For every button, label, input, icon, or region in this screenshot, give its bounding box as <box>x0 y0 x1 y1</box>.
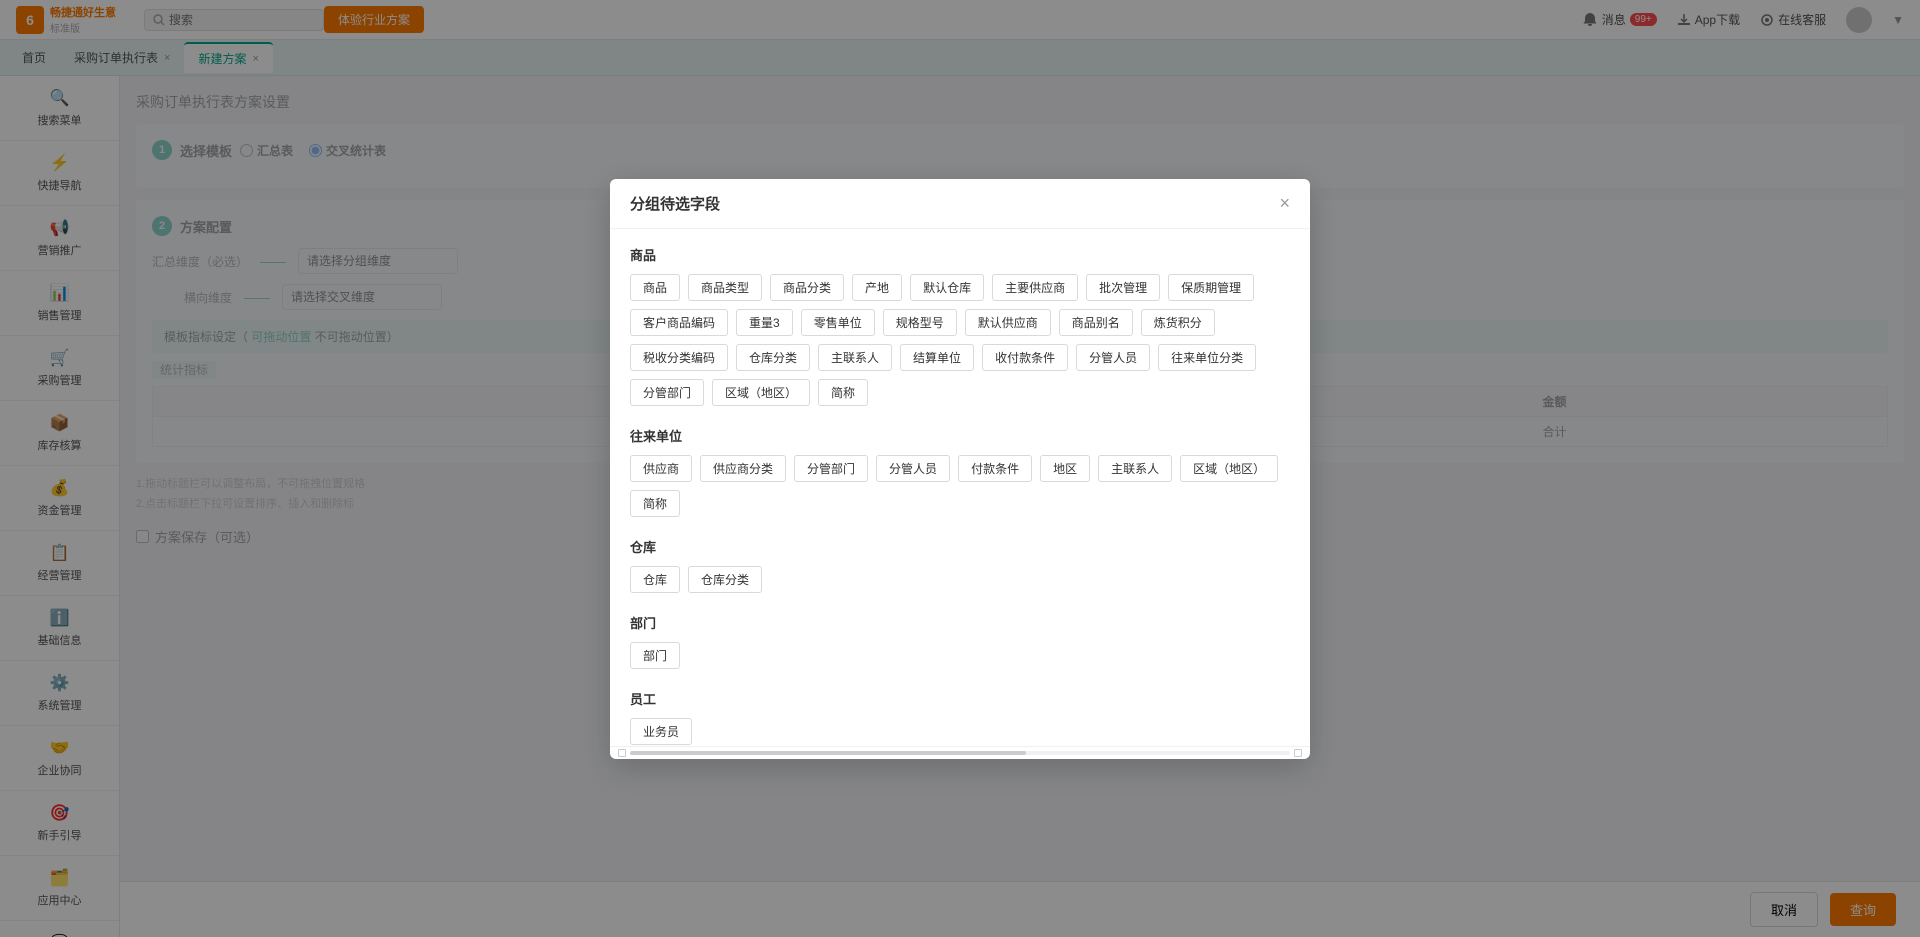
field-tag[interactable]: 保质期管理 <box>1168 274 1254 301</box>
field-tag[interactable]: 分管部门 <box>630 379 704 406</box>
category-staff-tags: 业务员 <box>630 718 1290 745</box>
field-tag[interactable]: 收付款条件 <box>982 344 1068 371</box>
field-tag[interactable]: 零售单位 <box>801 309 875 336</box>
category-goods-tags: 商品 商品类型 商品分类 产地 默认仓库 主要供应商 批次管理 保质期管理 客户… <box>630 274 1290 406</box>
field-tag[interactable]: 重量3 <box>736 309 793 336</box>
category-warehouse-tags: 仓库 仓库分类 <box>630 566 1290 593</box>
modal-body: 商品 商品 商品类型 商品分类 产地 默认仓库 主要供应商 批次管理 保质期管理… <box>610 229 1310 747</box>
category-partner-tags: 供应商 供应商分类 分管部门 分管人员 付款条件 地区 主联系人 区域（地区） … <box>630 455 1290 517</box>
field-tag[interactable]: 仓库分类 <box>688 566 762 593</box>
field-tag[interactable]: 区域（地区） <box>1180 455 1278 482</box>
field-tag[interactable]: 分管部门 <box>794 455 868 482</box>
category-goods: 商品 商品 商品类型 商品分类 产地 默认仓库 主要供应商 批次管理 保质期管理… <box>630 245 1290 406</box>
field-tag[interactable]: 仓库分类 <box>736 344 810 371</box>
field-tag[interactable]: 地区 <box>1040 455 1090 482</box>
field-tag[interactable]: 商品分类 <box>770 274 844 301</box>
modal-footer-bar <box>610 746 1310 758</box>
field-tag[interactable]: 税收分类编码 <box>630 344 728 371</box>
field-tag[interactable]: 产地 <box>852 274 902 301</box>
modal-title: 分组待选字段 <box>630 193 720 214</box>
category-dept: 部门 部门 <box>630 613 1290 669</box>
category-goods-title: 商品 <box>630 245 1290 264</box>
field-tag[interactable]: 默认供应商 <box>965 309 1051 336</box>
field-tag[interactable]: 商品类型 <box>688 274 762 301</box>
h-scrollbar-thumb <box>630 751 1026 755</box>
field-tag[interactable]: 简称 <box>630 490 680 517</box>
category-warehouse-title: 仓库 <box>630 537 1290 556</box>
field-tag[interactable]: 部门 <box>630 642 680 669</box>
field-tag[interactable]: 结算单位 <box>900 344 974 371</box>
field-tag[interactable]: 炼货积分 <box>1141 309 1215 336</box>
field-tag[interactable]: 主联系人 <box>818 344 892 371</box>
field-tag[interactable]: 规格型号 <box>883 309 957 336</box>
category-dept-tags: 部门 <box>630 642 1290 669</box>
field-tag[interactable]: 分管人员 <box>876 455 950 482</box>
category-warehouse: 仓库 仓库 仓库分类 <box>630 537 1290 593</box>
field-tag[interactable]: 往来单位分类 <box>1158 344 1256 371</box>
field-tag[interactable]: 商品别名 <box>1059 309 1133 336</box>
category-staff: 员工 业务员 <box>630 689 1290 745</box>
field-select-modal: 分组待选字段 × 商品 商品 商品类型 商品分类 产地 默认仓库 主要供应商 批… <box>610 179 1310 759</box>
category-staff-title: 员工 <box>630 689 1290 708</box>
field-tag[interactable]: 商品 <box>630 274 680 301</box>
modal-close-btn[interactable]: × <box>1279 194 1290 212</box>
category-dept-title: 部门 <box>630 613 1290 632</box>
field-tag[interactable]: 仓库 <box>630 566 680 593</box>
category-partner-title: 往来单位 <box>630 426 1290 445</box>
field-tag[interactable]: 供应商分类 <box>700 455 786 482</box>
field-tag[interactable]: 供应商 <box>630 455 692 482</box>
category-partner: 往来单位 供应商 供应商分类 分管部门 分管人员 付款条件 地区 主联系人 区域… <box>630 426 1290 517</box>
h-scrollbar-track[interactable] <box>630 751 1290 755</box>
field-tag[interactable]: 默认仓库 <box>910 274 984 301</box>
field-tag[interactable]: 主要供应商 <box>992 274 1078 301</box>
field-tag[interactable]: 付款条件 <box>958 455 1032 482</box>
field-tag[interactable]: 业务员 <box>630 718 692 745</box>
field-tag[interactable]: 分管人员 <box>1076 344 1150 371</box>
field-tag[interactable]: 客户商品编码 <box>630 309 728 336</box>
modal-header: 分组待选字段 × <box>610 179 1310 229</box>
field-tag[interactable]: 批次管理 <box>1086 274 1160 301</box>
field-tag[interactable]: 区域（地区） <box>712 379 810 406</box>
modal-overlay: 分组待选字段 × 商品 商品 商品类型 商品分类 产地 默认仓库 主要供应商 批… <box>0 0 1920 937</box>
h-scroll-right[interactable] <box>1294 749 1302 757</box>
h-scroll-left[interactable] <box>618 749 626 757</box>
field-tag[interactable]: 主联系人 <box>1098 455 1172 482</box>
field-tag[interactable]: 简称 <box>818 379 868 406</box>
